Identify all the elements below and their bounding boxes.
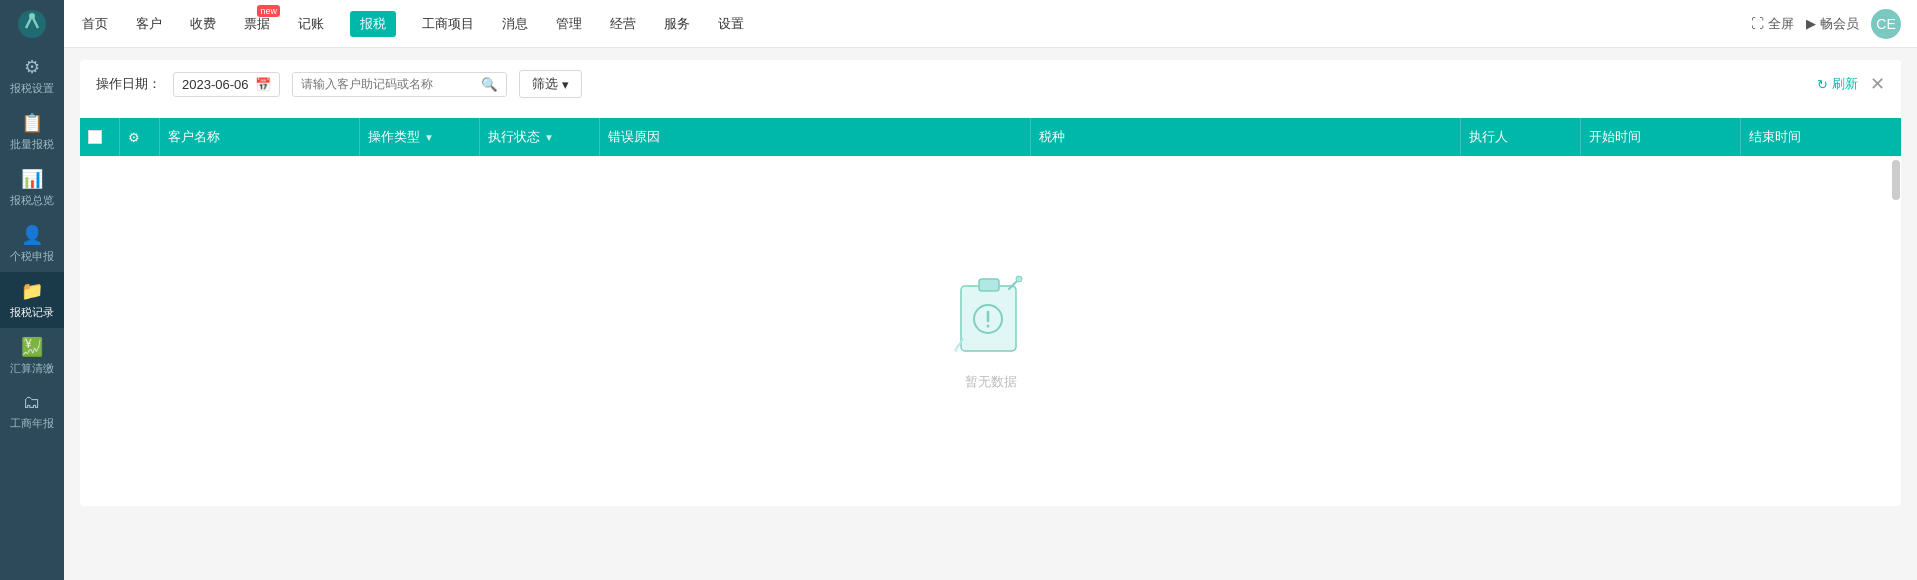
sidebar-item-baoshui-zonglian[interactable]: 📊 报税总览 — [0, 160, 64, 216]
new-badge: new — [257, 5, 280, 17]
svg-point-6 — [986, 325, 989, 328]
th-exec-status[interactable]: 执行状态 ▼ — [480, 118, 600, 156]
nav-operation[interactable]: 经营 — [608, 11, 638, 37]
vip-icon: ▶ — [1806, 16, 1816, 31]
record-icon: 📁 — [21, 280, 43, 302]
filter-button[interactable]: 筛选 ▾ — [519, 70, 582, 98]
calendar-icon: 📅 — [255, 77, 271, 92]
search-button[interactable]: 🔍 — [473, 73, 506, 96]
th-end-time: 结束时间 — [1741, 118, 1901, 156]
main-content: 首页 客户 收费 票据 new 记账 报税 工商项目 消息 管理 经营 服务 设… — [64, 0, 1917, 580]
fullscreen-button[interactable]: ⛶ 全屏 — [1751, 15, 1794, 33]
th-settings[interactable]: ⚙ — [120, 118, 160, 156]
table-container: ⚙ 客户名称 操作类型 ▼ 执行状态 ▼ 错误原因 — [80, 118, 1901, 506]
select-all-checkbox[interactable] — [88, 130, 102, 144]
avatar[interactable]: CE — [1871, 9, 1901, 39]
nav-message[interactable]: 消息 — [500, 11, 530, 37]
nav-collection[interactable]: 收费 — [188, 11, 218, 37]
refresh-button[interactable]: ↻ 刷新 — [1817, 75, 1858, 93]
sort-icon-operation: ▼ — [424, 132, 434, 143]
svg-point-1 — [29, 13, 35, 19]
svg-rect-3 — [979, 279, 999, 291]
search-input[interactable] — [293, 73, 473, 95]
overview-icon: 📊 — [21, 168, 43, 190]
nav-settings[interactable]: 设置 — [716, 11, 746, 37]
settlement-icon: 💹 — [21, 336, 43, 358]
sidebar-item-gongshang-nianbao[interactable]: 🗂 工商年报 — [0, 384, 64, 439]
empty-icon — [951, 271, 1031, 361]
sort-icon-status: ▼ — [544, 132, 554, 143]
batch-tax-icon: 📋 — [21, 112, 43, 134]
sidebar: ⚙ 报税设置 📋 批量报税 📊 报税总览 👤 个税申报 📁 报税记录 💹 汇算清… — [0, 0, 64, 580]
personal-tax-icon: 👤 — [21, 224, 43, 246]
sidebar-item-piliang-baoshui[interactable]: 📋 批量报税 — [0, 104, 64, 160]
logo[interactable] — [0, 0, 64, 48]
refresh-icon: ↻ — [1817, 77, 1828, 92]
top-nav: 首页 客户 收费 票据 new 记账 报税 工商项目 消息 管理 经营 服务 设… — [64, 0, 1917, 48]
settings-icon: ⚙ — [24, 56, 40, 78]
th-tax-type: 税种 — [1031, 118, 1462, 156]
toolbar: 操作日期： 2023-06-06 📅 🔍 筛选 ▾ ↻ — [80, 60, 1901, 108]
nav-industry[interactable]: 工商项目 — [420, 11, 476, 37]
sidebar-item-geshuishenb[interactable]: 👤 个税申报 — [0, 216, 64, 272]
close-button[interactable]: ✕ — [1870, 75, 1885, 93]
nav-bookkeeping[interactable]: 记账 — [296, 11, 326, 37]
th-error-reason: 错误原因 — [600, 118, 1031, 156]
chevron-down-icon: ▾ — [562, 77, 569, 92]
date-picker[interactable]: 2023-06-06 📅 — [173, 72, 280, 97]
column-settings-icon[interactable]: ⚙ — [128, 130, 140, 145]
th-checkbox[interactable] — [80, 118, 120, 156]
svg-point-10 — [954, 348, 958, 352]
search-icon: 🔍 — [481, 77, 498, 92]
empty-state: 暂无数据 — [911, 231, 1071, 431]
date-label: 操作日期： — [96, 75, 161, 93]
table-body: 暂无数据 — [80, 156, 1901, 506]
th-operation-type[interactable]: 操作类型 ▼ — [360, 118, 480, 156]
th-start-time: 开始时间 — [1581, 118, 1741, 156]
nav-invoice[interactable]: 票据 new — [242, 11, 272, 37]
fullscreen-icon: ⛶ — [1751, 16, 1764, 31]
sidebar-item-huisuan-jiaona[interactable]: 💹 汇算清缴 — [0, 328, 64, 384]
nav-tax-report[interactable]: 报税 — [350, 11, 396, 37]
nav-right: ⛶ 全屏 ▶ 畅会员 CE — [1751, 9, 1901, 39]
nav-customer[interactable]: 客户 — [134, 11, 164, 37]
th-executor: 执行人 — [1461, 118, 1581, 156]
nav-service[interactable]: 服务 — [662, 11, 692, 37]
annual-report-icon: 🗂 — [23, 392, 41, 413]
svg-point-8 — [1016, 276, 1022, 282]
nav-home[interactable]: 首页 — [80, 11, 110, 37]
page-area: 操作日期： 2023-06-06 📅 🔍 筛选 ▾ ↻ — [64, 48, 1917, 580]
empty-text: 暂无数据 — [965, 373, 1017, 391]
vip-button[interactable]: ▶ 畅会员 — [1806, 15, 1859, 33]
sidebar-item-baoshui-shezhi[interactable]: ⚙ 报税设置 — [0, 48, 64, 104]
sidebar-item-baoshui-jilu[interactable]: 📁 报税记录 — [0, 272, 64, 328]
scroll-indicator[interactable] — [1892, 160, 1900, 200]
th-customer-name: 客户名称 — [160, 118, 360, 156]
search-box: 🔍 — [292, 72, 507, 97]
table-header: ⚙ 客户名称 操作类型 ▼ 执行状态 ▼ 错误原因 — [80, 118, 1901, 156]
nav-management[interactable]: 管理 — [554, 11, 584, 37]
